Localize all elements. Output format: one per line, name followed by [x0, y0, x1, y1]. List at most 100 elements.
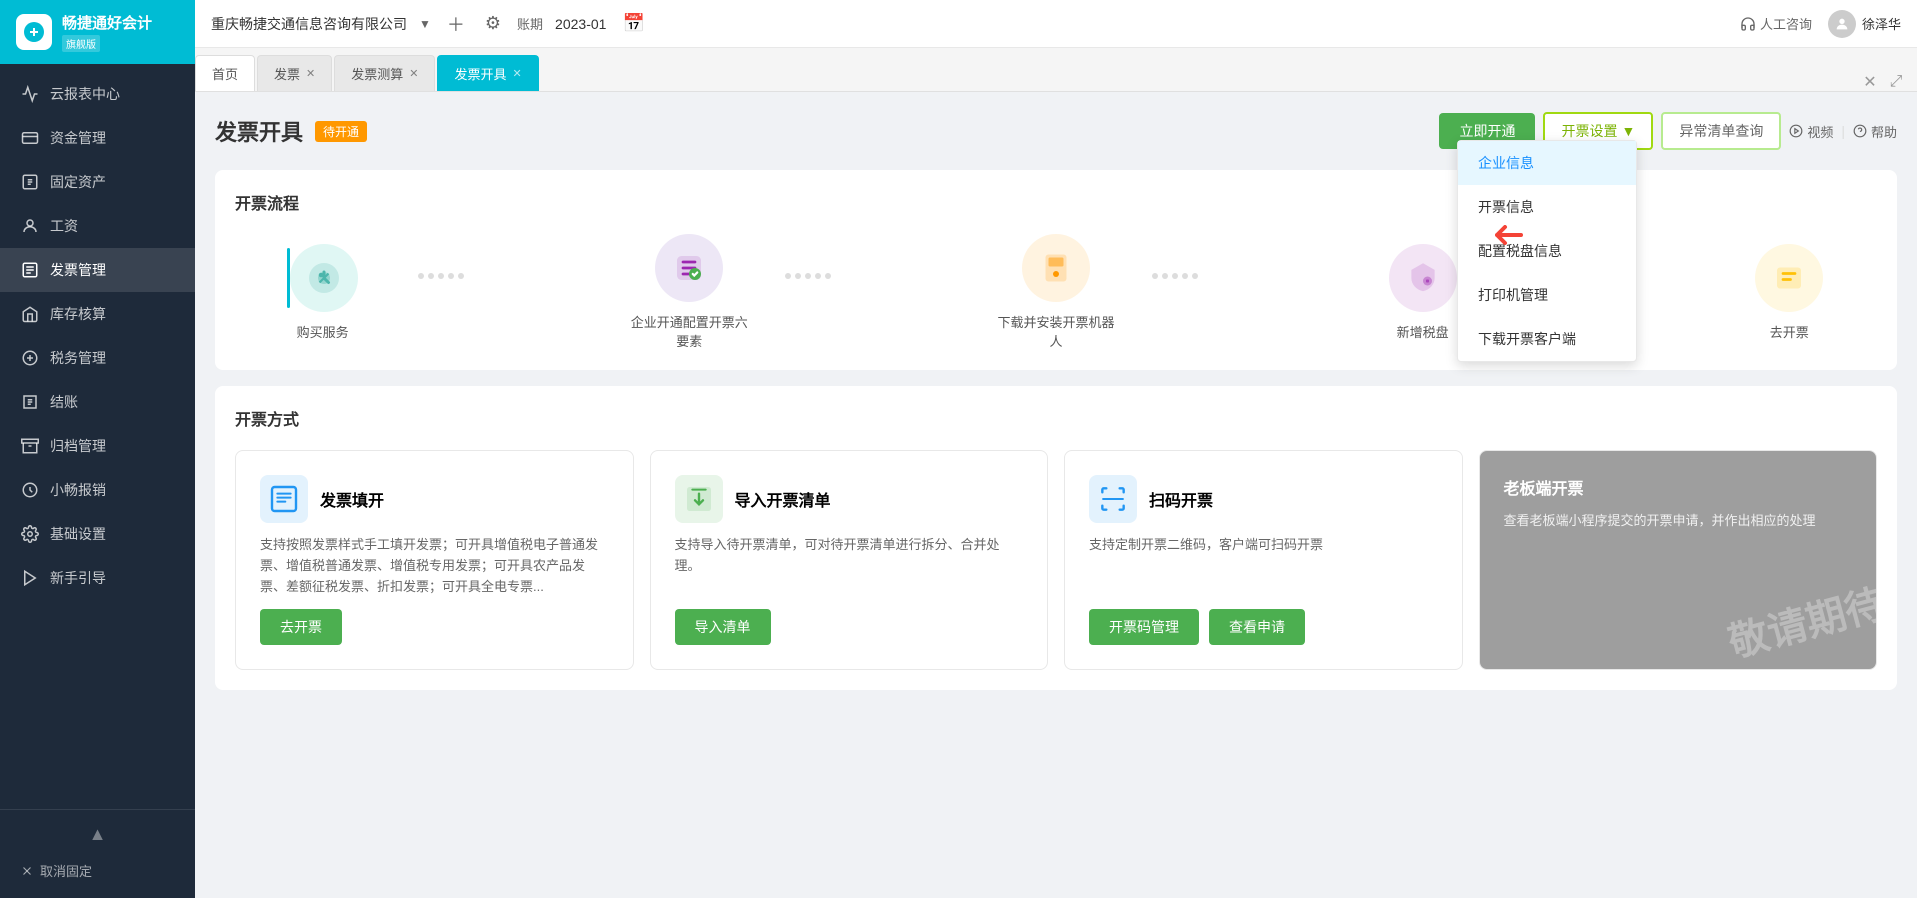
fill-card-actions: 去开票	[260, 609, 609, 645]
method-card-import: 导入开票清单 支持导入待开票清单，可对待开票清单进行拆分、合并处理。 导入清单	[650, 450, 1049, 670]
sidebar-nav: 云报表中心 资金管理 固定资产 工资 发票管理	[0, 64, 195, 809]
logo-text: 畅捷通好会计 旗舰版	[62, 12, 152, 52]
fill-invoice-btn[interactable]: 去开票	[260, 609, 342, 645]
dropdown-download-client-label: 下载开票客户端	[1478, 331, 1576, 347]
tab-invoice[interactable]: 发票 ✕	[257, 55, 332, 91]
sidebar-item-archive[interactable]: 归档管理	[0, 424, 195, 468]
sidebar-item-fixed-assets[interactable]: 固定资产	[0, 160, 195, 204]
settings-gear-icon[interactable]: ⚙	[485, 13, 501, 34]
help-btn[interactable]: 帮助	[1853, 122, 1897, 141]
sidebar-label-tax: 税务管理	[50, 348, 106, 368]
user-info[interactable]: 徐泽华	[1828, 10, 1901, 38]
dropdown-printer-label: 打印机管理	[1478, 287, 1548, 303]
step2-icon	[655, 234, 723, 302]
sidebar-item-account[interactable]: 结账	[0, 380, 195, 424]
tab-invoice-issue-label: 发票开具	[454, 64, 506, 83]
settings-dropdown-menu: 企业信息 开票信息 配置税盘信息 打印机管理 下载开票客户端	[1457, 140, 1637, 362]
company-dropdown-icon[interactable]: ▼	[419, 17, 431, 31]
tab-invoice-issue[interactable]: 发票开具 ✕	[437, 55, 538, 91]
salary-icon	[20, 216, 40, 236]
method-card-fill: 发票填开 支持按照发票样式手工填开发票；可开具增值税电子普通发票、增值税普通发票…	[235, 450, 634, 670]
cancel-fixed-btn[interactable]: 取消固定	[0, 851, 195, 890]
sidebar-item-tax[interactable]: 税务管理	[0, 336, 195, 380]
scan-card-title: 扫码开票	[1149, 487, 1213, 511]
fill-card-icon	[260, 475, 308, 523]
sidebar-label-account: 结账	[50, 392, 78, 412]
consultant-label: 人工咨询	[1760, 14, 1812, 33]
dropdown-item-download-client[interactable]: 下载开票客户端	[1458, 317, 1636, 361]
archive-icon	[20, 436, 40, 456]
report-icon	[20, 480, 40, 500]
tab-invoice-close[interactable]: ✕	[306, 67, 315, 80]
close-win-icon[interactable]: ✕	[1861, 73, 1879, 91]
chart-icon	[20, 84, 40, 104]
sidebar-bottom: ▲ 取消固定	[0, 809, 195, 898]
tax-icon	[20, 348, 40, 368]
card-scan-header: 扫码开票	[1089, 475, 1438, 523]
step-connector-2	[777, 273, 968, 279]
sidebar-item-fund[interactable]: 资金管理	[0, 116, 195, 160]
play-icon	[1789, 124, 1803, 138]
page-title: 发票开具	[215, 115, 303, 147]
sidebar-item-salary[interactable]: 工资	[0, 204, 195, 248]
sidebar-label-invoice: 发票管理	[50, 260, 106, 280]
headphone-icon	[1740, 16, 1756, 32]
step5-icon	[1755, 244, 1823, 312]
logo-icon	[16, 14, 52, 50]
dropdown-item-printer[interactable]: 打印机管理	[1458, 273, 1636, 317]
window-controls: ✕ ⤢	[1849, 73, 1917, 91]
abnormal-btn[interactable]: 异常清单查询	[1661, 112, 1781, 150]
method-card-boss: 老板端开票 查看老板端小程序提交的开票申请，并作出相应的处理 敬请期待	[1479, 450, 1878, 670]
tab-home[interactable]: 首页	[195, 55, 255, 91]
dropdown-item-tax-disk[interactable]: 配置税盘信息	[1458, 229, 1636, 273]
main-content: 发票开具 待开通 立即开通 开票设置 ▼ 异常清单查询 视频 | 帮助 开票流程	[195, 92, 1917, 898]
help-label: 帮助	[1871, 122, 1897, 141]
step1-label: 购买服务	[297, 322, 349, 341]
step2-label: 企业开通配置开票六要素	[629, 312, 749, 350]
sidebar-item-cloud-report[interactable]: 云报表中心	[0, 72, 195, 116]
card-import-header: 导入开票清单	[675, 475, 1024, 523]
boss-card-title: 老板端开票	[1504, 475, 1584, 499]
calendar-icon[interactable]: 📅	[622, 13, 644, 34]
step3-icon	[1022, 234, 1090, 302]
consultant-btn[interactable]: 人工咨询	[1740, 14, 1812, 33]
sidebar-item-invoice[interactable]: 发票管理	[0, 248, 195, 292]
flow-step-3: 下载并安装开票机器人	[968, 234, 1143, 350]
video-btn[interactable]: 视频	[1789, 122, 1833, 141]
logo-main-text: 畅捷通好会计	[62, 12, 152, 33]
add-company-icon[interactable]: ＋	[447, 11, 465, 37]
methods-section: 开票方式 发票填开 支持按照发票样式手工填开发票；可开具增值税电子普通发票、增值…	[215, 386, 1897, 690]
sidebar-item-guide[interactable]: 新手引导	[0, 556, 195, 600]
sidebar-item-inventory[interactable]: 库存核算	[0, 292, 195, 336]
sidebar-label-settings: 基础设置	[50, 524, 106, 544]
tab-invoice-calc-close[interactable]: ✕	[409, 67, 418, 80]
card-boss-header: 老板端开票	[1504, 475, 1853, 499]
asset-icon	[20, 172, 40, 192]
step4-label: 新增税盘	[1397, 322, 1449, 341]
dropdown-item-company-info[interactable]: 企业信息	[1458, 141, 1636, 185]
view-apply-btn[interactable]: 查看申请	[1209, 609, 1305, 645]
import-list-btn[interactable]: 导入清单	[675, 609, 771, 645]
step-connector-1	[410, 273, 601, 279]
video-label: 视频	[1807, 122, 1833, 141]
scan-qr-btn[interactable]: 开票码管理	[1089, 609, 1199, 645]
import-card-title: 导入开票清单	[735, 487, 831, 511]
page-header: 发票开具 待开通 立即开通 开票设置 ▼ 异常清单查询 视频 | 帮助	[215, 112, 1897, 150]
badge-pending: 待开通	[315, 121, 367, 142]
step3-label: 下载并安装开票机器人	[996, 312, 1116, 350]
tab-invoice-calc-label: 发票测算	[351, 64, 403, 83]
top-bar: 重庆畅捷交通信息咨询有限公司 ▼ ＋ ⚙ 账期 2023-01 📅 人工咨询 徐…	[195, 0, 1917, 48]
sidebar-item-settings[interactable]: 基础设置	[0, 512, 195, 556]
boss-card-desc: 查看老板端小程序提交的开票申请，并作出相应的处理	[1504, 511, 1853, 645]
sidebar-scroll-up[interactable]: ▲	[0, 818, 195, 851]
red-arrow-indicator	[1489, 208, 1529, 255]
sidebar-logo: 畅捷通好会计 旗舰版	[0, 0, 195, 64]
dropdown-item-invoice-info[interactable]: 开票信息	[1458, 185, 1636, 229]
import-card-icon	[675, 475, 723, 523]
sidebar-item-report-sales[interactable]: 小畅报销	[0, 468, 195, 512]
tab-invoice-issue-close[interactable]: ✕	[513, 67, 522, 80]
step1-icon	[290, 244, 358, 312]
tab-invoice-calc[interactable]: 发票测算 ✕	[334, 55, 435, 91]
method-cards: 发票填开 支持按照发票样式手工填开发票；可开具增值税电子普通发票、增值税普通发票…	[235, 450, 1877, 670]
maximize-win-icon[interactable]: ⤢	[1887, 73, 1905, 91]
